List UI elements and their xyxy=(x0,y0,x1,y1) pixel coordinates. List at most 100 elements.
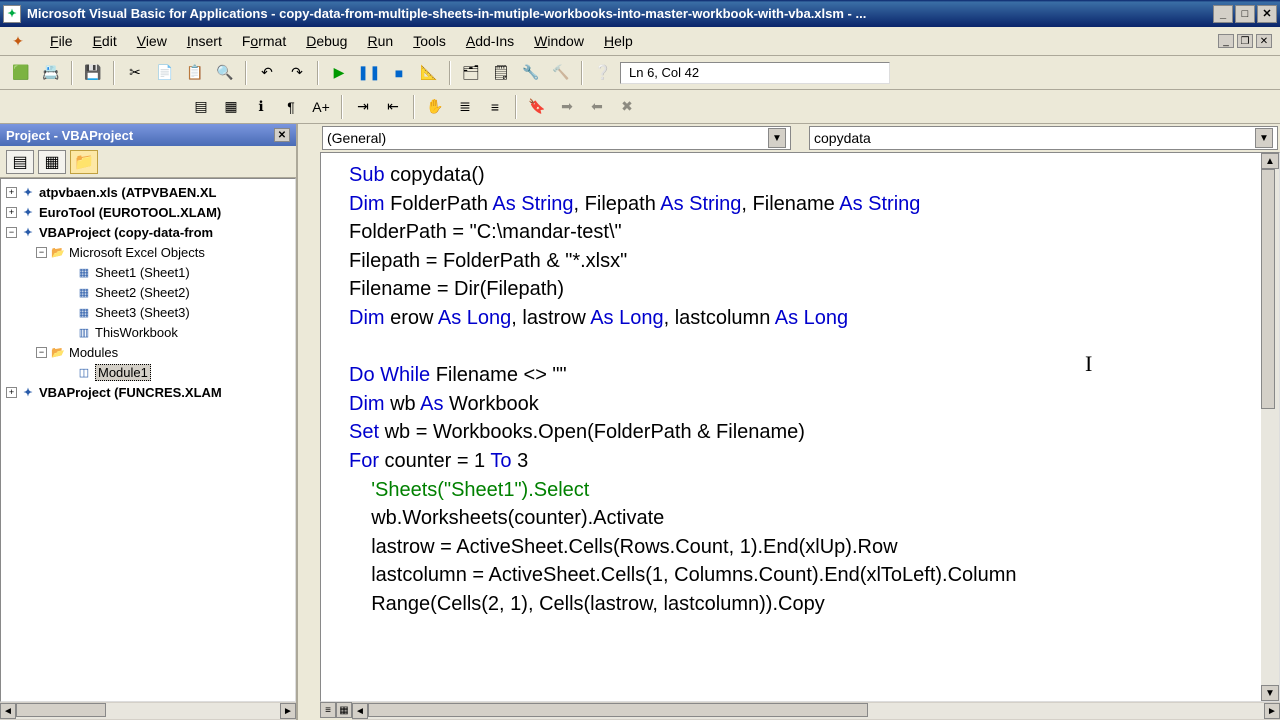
text-cursor-icon: I xyxy=(1085,351,1086,373)
undo-icon[interactable]: ↶ xyxy=(254,60,280,86)
menu-edit[interactable]: Edit xyxy=(83,30,127,52)
scroll-up-icon[interactable]: ▲ xyxy=(1261,153,1279,169)
project-icon: ✦ xyxy=(20,184,36,200)
menu-addins[interactable]: Add-Ins xyxy=(456,30,524,52)
edit-toolbar: ▤ ▦ ℹ ¶ A+ ⇥ ⇤ ✋ ≣ ≡ 🔖 ➡ ⬅ ✖ xyxy=(0,90,1280,124)
next-bookmark-icon[interactable]: ➡ xyxy=(554,94,580,120)
project-hscrollbar[interactable]: ◄ ► xyxy=(0,702,296,720)
menu-run[interactable]: Run xyxy=(357,30,403,52)
clear-bookmarks-icon[interactable]: ✖ xyxy=(614,94,640,120)
minimize-button[interactable]: _ xyxy=(1213,5,1233,23)
standard-toolbar: 🟩 📇 💾 ✂ 📄 📋 🔍 ↶ ↷ ▶ ❚❚ ■ 📐 🗂 🗒 🔧 🔨 ❔ Ln … xyxy=(0,56,1280,90)
menu-tools[interactable]: Tools xyxy=(403,30,456,52)
menu-insert[interactable]: Insert xyxy=(177,30,232,52)
collapse-icon[interactable]: − xyxy=(36,247,47,258)
toolbox-icon[interactable]: 🔨 xyxy=(548,60,574,86)
project-explorer-icon[interactable]: 🗂 xyxy=(458,60,484,86)
help-icon[interactable]: ❔ xyxy=(590,60,616,86)
full-module-view-button[interactable]: ▦ xyxy=(336,702,352,718)
indent-icon[interactable]: ⇥ xyxy=(350,94,376,120)
outdent-icon[interactable]: ⇤ xyxy=(380,94,406,120)
project-panel-title: Project - VBAProject ✕ xyxy=(0,124,296,146)
menu-file[interactable]: File xyxy=(40,30,83,52)
code-editor[interactable]: Sub copydata() Dim FolderPath As String,… xyxy=(320,152,1280,702)
tree-item-label: Module1 xyxy=(95,364,151,381)
chevron-down-icon[interactable]: ▼ xyxy=(768,128,786,148)
window-title: Microsoft Visual Basic for Applications … xyxy=(27,6,1213,21)
workbook-icon: ▥ xyxy=(76,324,92,340)
collapse-icon[interactable]: − xyxy=(6,227,17,238)
stop-icon[interactable]: ■ xyxy=(386,60,412,86)
tree-item-label: Sheet1 (Sheet1) xyxy=(95,265,190,280)
design-mode-icon[interactable]: 📐 xyxy=(416,60,442,86)
tree-item-label: ThisWorkbook xyxy=(95,325,178,340)
save-icon[interactable]: 💾 xyxy=(80,60,106,86)
quick-info-icon[interactable]: ℹ xyxy=(248,94,274,120)
properties-icon[interactable]: 🗒 xyxy=(488,60,514,86)
paste-icon[interactable]: 📋 xyxy=(182,60,208,86)
mdi-restore-button[interactable]: ❐ xyxy=(1237,34,1253,48)
procedure-view-button[interactable]: ≡ xyxy=(320,702,336,718)
scrollbar-thumb[interactable] xyxy=(1261,169,1275,409)
expand-icon[interactable]: + xyxy=(6,387,17,398)
list-constants-icon[interactable]: ▦ xyxy=(218,94,244,120)
object-browser-icon[interactable]: 🔧 xyxy=(518,60,544,86)
project-panel-close-button[interactable]: ✕ xyxy=(274,128,290,142)
breakpoint-icon[interactable]: ✋ xyxy=(422,94,448,120)
redo-icon[interactable]: ↷ xyxy=(284,60,310,86)
prev-bookmark-icon[interactable]: ⬅ xyxy=(584,94,610,120)
project-icon: ✦ xyxy=(20,204,36,220)
find-icon[interactable]: 🔍 xyxy=(212,60,238,86)
project-icon: ✦ xyxy=(20,224,36,240)
toggle-folders-button[interactable]: 📁 xyxy=(70,150,98,174)
expand-icon[interactable]: + xyxy=(6,207,17,218)
menu-help[interactable]: Help xyxy=(594,30,643,52)
folder-icon: 📂 xyxy=(50,244,66,260)
tree-item-label: VBAProject (FUNCRES.XLAM xyxy=(39,385,222,400)
insert-userform-icon[interactable]: 📇 xyxy=(38,60,64,86)
complete-word-icon[interactable]: A+ xyxy=(308,94,334,120)
mdi-close-button[interactable]: ✕ xyxy=(1256,34,1272,48)
expand-icon[interactable]: + xyxy=(6,187,17,198)
uncomment-block-icon[interactable]: ≡ xyxy=(482,94,508,120)
menu-debug[interactable]: Debug xyxy=(296,30,357,52)
collapse-icon[interactable]: − xyxy=(36,347,47,358)
tree-item-label: EuroTool (EUROTOOL.XLAM) xyxy=(39,205,221,220)
toolbar-handle-icon[interactable]: ✦ xyxy=(8,31,28,51)
bookmark-icon[interactable]: 🔖 xyxy=(524,94,550,120)
list-properties-icon[interactable]: ▤ xyxy=(188,94,214,120)
run-icon[interactable]: ▶ xyxy=(326,60,352,86)
mdi-minimize-button[interactable]: _ xyxy=(1218,34,1234,48)
worksheet-icon: ▦ xyxy=(76,304,92,320)
code-hscrollbar[interactable]: ◄ ► xyxy=(352,702,1280,720)
maximize-button[interactable]: □ xyxy=(1235,5,1255,23)
tree-item-label: Modules xyxy=(69,345,118,360)
code-vscrollbar[interactable]: ▲ ▼ xyxy=(1261,153,1279,701)
project-tree[interactable]: +✦atpvbaen.xls (ATPVBAEN.XL +✦EuroTool (… xyxy=(0,178,296,702)
chevron-down-icon[interactable]: ▼ xyxy=(1255,128,1273,148)
menu-window[interactable]: Window xyxy=(524,30,594,52)
procedure-dropdown[interactable]: copydata ▼ xyxy=(809,126,1278,150)
scrollbar-thumb[interactable] xyxy=(368,703,868,717)
tree-item-label: VBAProject (copy-data-from xyxy=(39,225,213,240)
object-dropdown[interactable]: (General) ▼ xyxy=(322,126,791,150)
copy-icon[interactable]: 📄 xyxy=(152,60,178,86)
scroll-right-icon[interactable]: ► xyxy=(1264,703,1280,719)
pause-icon[interactable]: ❚❚ xyxy=(356,60,382,86)
view-code-button[interactable]: ▤ xyxy=(6,150,34,174)
menu-view[interactable]: View xyxy=(127,30,177,52)
scroll-left-icon[interactable]: ◄ xyxy=(352,703,368,719)
scroll-right-icon[interactable]: ► xyxy=(280,703,296,719)
menu-format[interactable]: Format xyxy=(232,30,296,52)
project-explorer: Project - VBAProject ✕ ▤ ▦ 📁 +✦atpvbaen.… xyxy=(0,124,298,720)
comment-block-icon[interactable]: ≣ xyxy=(452,94,478,120)
parameter-info-icon[interactable]: ¶ xyxy=(278,94,304,120)
close-button[interactable]: ✕ xyxy=(1257,5,1277,23)
module-icon: ◫ xyxy=(76,364,92,380)
scroll-down-icon[interactable]: ▼ xyxy=(1261,685,1279,701)
cut-icon[interactable]: ✂ xyxy=(122,60,148,86)
scrollbar-thumb[interactable] xyxy=(16,703,106,717)
scroll-left-icon[interactable]: ◄ xyxy=(0,703,16,719)
view-excel-icon[interactable]: 🟩 xyxy=(8,60,34,86)
view-object-button[interactable]: ▦ xyxy=(38,150,66,174)
